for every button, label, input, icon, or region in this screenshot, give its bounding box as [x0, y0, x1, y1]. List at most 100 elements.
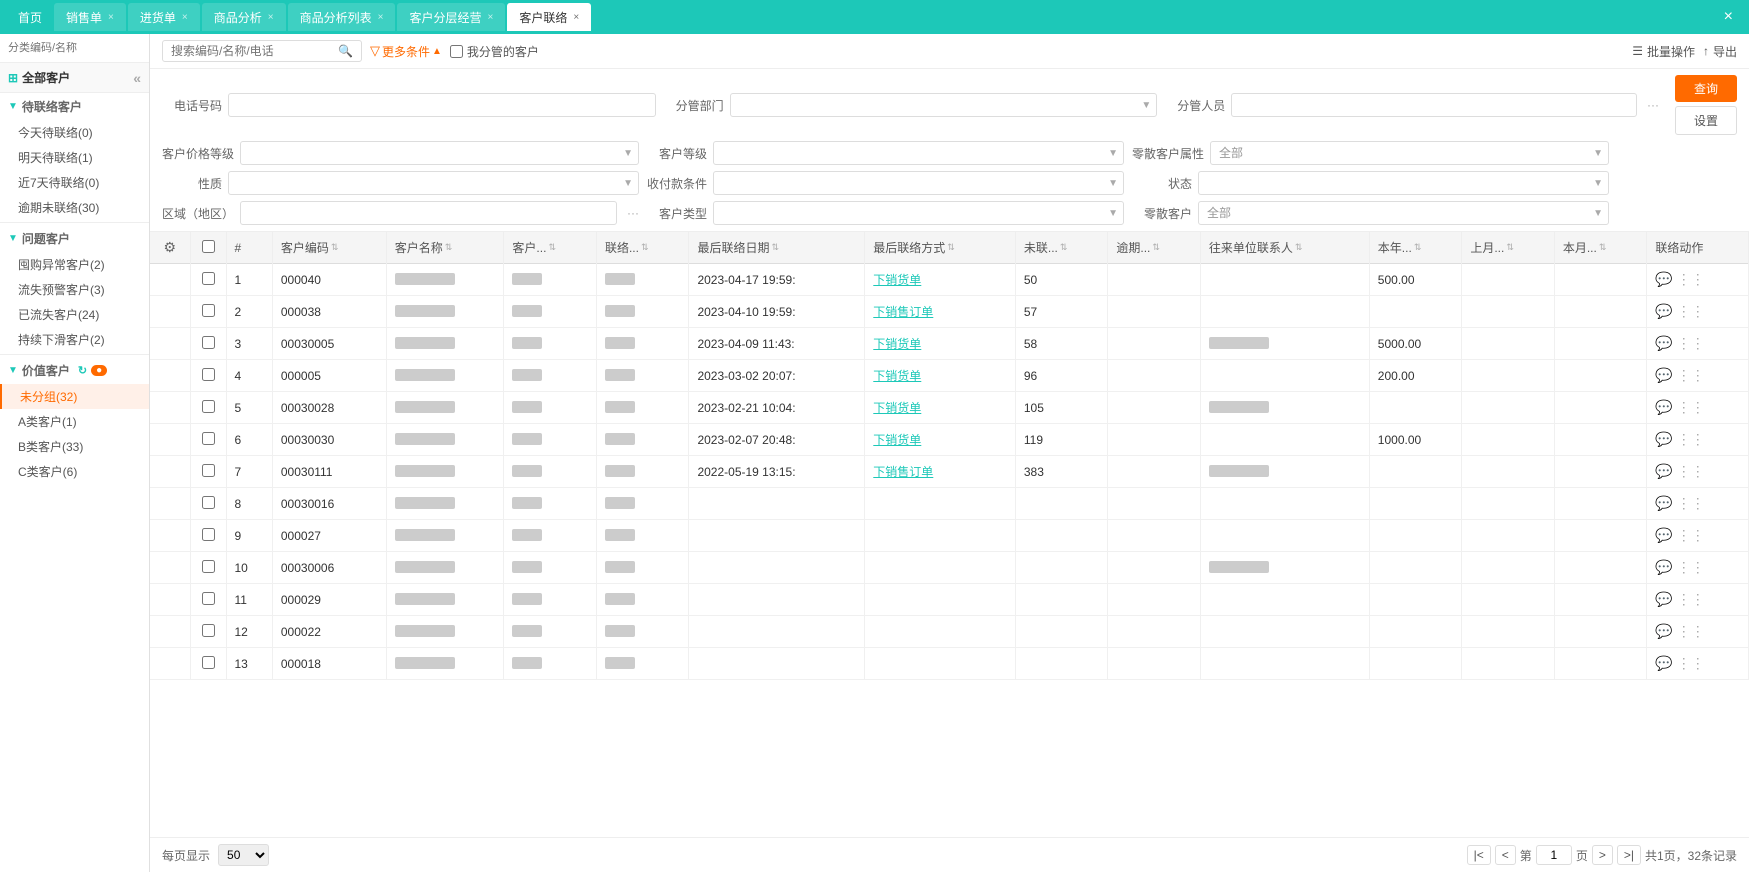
method-link-3[interactable]: 下销货单 [873, 369, 921, 383]
sidebar-item-churned[interactable]: 已流失客户(24) [0, 302, 149, 327]
sidebar-problem-header[interactable]: ▼ 问题客户 [0, 225, 149, 252]
payment-select[interactable] [713, 171, 1124, 195]
nav-tab-sales[interactable]: 销售单 × [54, 3, 126, 31]
main-search-input[interactable] [171, 44, 334, 58]
apps-icon-10[interactable]: ⋮⋮ [1677, 591, 1705, 608]
nav-tab-purchase[interactable]: 进货单 × [128, 3, 200, 31]
prev-page-btn[interactable]: < [1495, 845, 1516, 865]
sidebar-item-declining[interactable]: 持续下滑客户(2) [0, 327, 149, 352]
sidebar-all-customers[interactable]: ⊞ 全部客户 « [0, 63, 149, 93]
apps-icon-4[interactable]: ⋮⋮ [1677, 399, 1705, 416]
row-checkbox-11[interactable] [202, 624, 215, 637]
close-analysis-list-icon[interactable]: × [378, 12, 384, 23]
row-checkbox-1[interactable] [202, 304, 215, 317]
method-link-1[interactable]: 下销售订单 [873, 305, 933, 319]
nav-tab-analysis-list[interactable]: 商品分析列表 × [288, 3, 396, 31]
chat-icon-12[interactable]: 💬 [1655, 655, 1672, 672]
price-level-select[interactable] [240, 141, 639, 165]
phone-input[interactable] [228, 93, 656, 117]
settings-icon-btn[interactable]: ⚙ [163, 239, 176, 256]
sidebar-item-b-class[interactable]: B类客户(33) [0, 434, 149, 459]
sidebar-item-a-class[interactable]: A类客户(1) [0, 409, 149, 434]
staff-input[interactable] [1231, 93, 1637, 117]
close-customer-mgmt-icon[interactable]: × [487, 12, 493, 23]
region-input[interactable] [240, 201, 617, 225]
apps-icon-5[interactable]: ⋮⋮ [1677, 431, 1705, 448]
chat-icon-9[interactable]: 💬 [1655, 559, 1672, 576]
apps-icon-3[interactable]: ⋮⋮ [1677, 367, 1705, 384]
chat-icon-5[interactable]: 💬 [1655, 431, 1672, 448]
customer-type-select[interactable] [713, 201, 1124, 225]
method-link-0[interactable]: 下销货单 [873, 273, 921, 287]
query-button[interactable]: 查询 [1675, 75, 1737, 102]
main-search-icon[interactable]: 🔍 [338, 44, 353, 58]
sidebar-pending-header[interactable]: ▼ 待联络客户 [0, 93, 149, 120]
next-page-btn[interactable]: > [1592, 845, 1613, 865]
sidebar-item-abnormal[interactable]: 囤购异常客户(2) [0, 252, 149, 277]
retail-attr-select[interactable]: 全部 [1210, 141, 1609, 165]
more-conditions-btn[interactable]: ▽ 更多条件 ▲ [370, 43, 442, 60]
close-customer-contact-icon[interactable]: × [573, 12, 579, 23]
batch-operation-btn[interactable]: ☰ 批量操作 [1632, 43, 1695, 60]
sidebar-item-churn-warning[interactable]: 流失预警客户(3) [0, 277, 149, 302]
status-select[interactable] [1198, 171, 1609, 195]
chat-icon-1[interactable]: 💬 [1655, 303, 1672, 320]
page-input[interactable] [1536, 845, 1572, 865]
nav-tab-customer-contact[interactable]: 客户联络 × [507, 3, 591, 31]
sidebar-item-tomorrow[interactable]: 明天待联络(1) [0, 145, 149, 170]
reset-button[interactable]: 设置 [1675, 106, 1737, 135]
apps-icon-9[interactable]: ⋮⋮ [1677, 559, 1705, 576]
sidebar-item-overdue[interactable]: 逾期未联络(30) [0, 195, 149, 220]
apps-icon-12[interactable]: ⋮⋮ [1677, 655, 1705, 672]
sidebar-score-header[interactable]: ▼ 价值客户 ↻ ● [0, 357, 149, 384]
nav-tab-analysis[interactable]: 商品分析 × [202, 3, 286, 31]
last-page-btn[interactable]: >| [1617, 845, 1641, 865]
nature-select[interactable] [228, 171, 639, 195]
close-purchase-icon[interactable]: × [182, 12, 188, 23]
row-checkbox-8[interactable] [202, 528, 215, 541]
apps-icon-2[interactable]: ⋮⋮ [1677, 335, 1705, 352]
row-checkbox-10[interactable] [202, 592, 215, 605]
row-checkbox-4[interactable] [202, 400, 215, 413]
nav-tab-customer-mgmt[interactable]: 客户分层经营 × [397, 3, 505, 31]
retail-customer-select[interactable]: 全部 [1198, 201, 1609, 225]
staff-more-icon[interactable]: ··· [1647, 98, 1659, 112]
first-page-btn[interactable]: |< [1467, 845, 1491, 865]
chat-icon-10[interactable]: 💬 [1655, 591, 1672, 608]
method-link-6[interactable]: 下销售订单 [873, 465, 933, 479]
method-link-2[interactable]: 下销货单 [873, 337, 921, 351]
page-size-select[interactable]: 50 100 [218, 844, 269, 866]
apps-icon-6[interactable]: ⋮⋮ [1677, 463, 1705, 480]
sidebar-item-today[interactable]: 今天待联络(0) [0, 120, 149, 145]
my-customers-checkbox[interactable] [450, 45, 463, 58]
row-checkbox-12[interactable] [202, 656, 215, 669]
chat-icon-3[interactable]: 💬 [1655, 367, 1672, 384]
row-checkbox-9[interactable] [202, 560, 215, 573]
export-btn[interactable]: ↑ 导出 [1703, 43, 1737, 60]
select-all-checkbox[interactable] [202, 240, 215, 253]
customer-level-select[interactable] [713, 141, 1124, 165]
chat-icon-6[interactable]: 💬 [1655, 463, 1672, 480]
chat-icon-2[interactable]: 💬 [1655, 335, 1672, 352]
row-checkbox-3[interactable] [202, 368, 215, 381]
apps-icon-0[interactable]: ⋮⋮ [1677, 271, 1705, 288]
region-more-icon[interactable]: ··· [627, 206, 639, 220]
chat-icon-8[interactable]: 💬 [1655, 527, 1672, 544]
my-customers-toggle[interactable]: 我分管的客户 [450, 43, 539, 60]
apps-icon-11[interactable]: ⋮⋮ [1677, 623, 1705, 640]
row-checkbox-2[interactable] [202, 336, 215, 349]
apps-icon-7[interactable]: ⋮⋮ [1677, 495, 1705, 512]
refresh-icon[interactable]: ↻ [78, 364, 87, 377]
row-checkbox-0[interactable] [202, 272, 215, 285]
row-checkbox-5[interactable] [202, 432, 215, 445]
sidebar-item-c-class[interactable]: C类客户(6) [0, 459, 149, 484]
method-link-4[interactable]: 下销货单 [873, 401, 921, 415]
close-sales-icon[interactable]: × [108, 12, 114, 23]
nav-home[interactable]: 首页 [8, 9, 52, 26]
row-checkbox-7[interactable] [202, 496, 215, 509]
sidebar-item-ungroup[interactable]: 未分组(32) [0, 384, 149, 409]
dept-select[interactable] [730, 93, 1158, 117]
row-checkbox-6[interactable] [202, 464, 215, 477]
chat-icon-7[interactable]: 💬 [1655, 495, 1672, 512]
sidebar-item-7days[interactable]: 近7天待联络(0) [0, 170, 149, 195]
